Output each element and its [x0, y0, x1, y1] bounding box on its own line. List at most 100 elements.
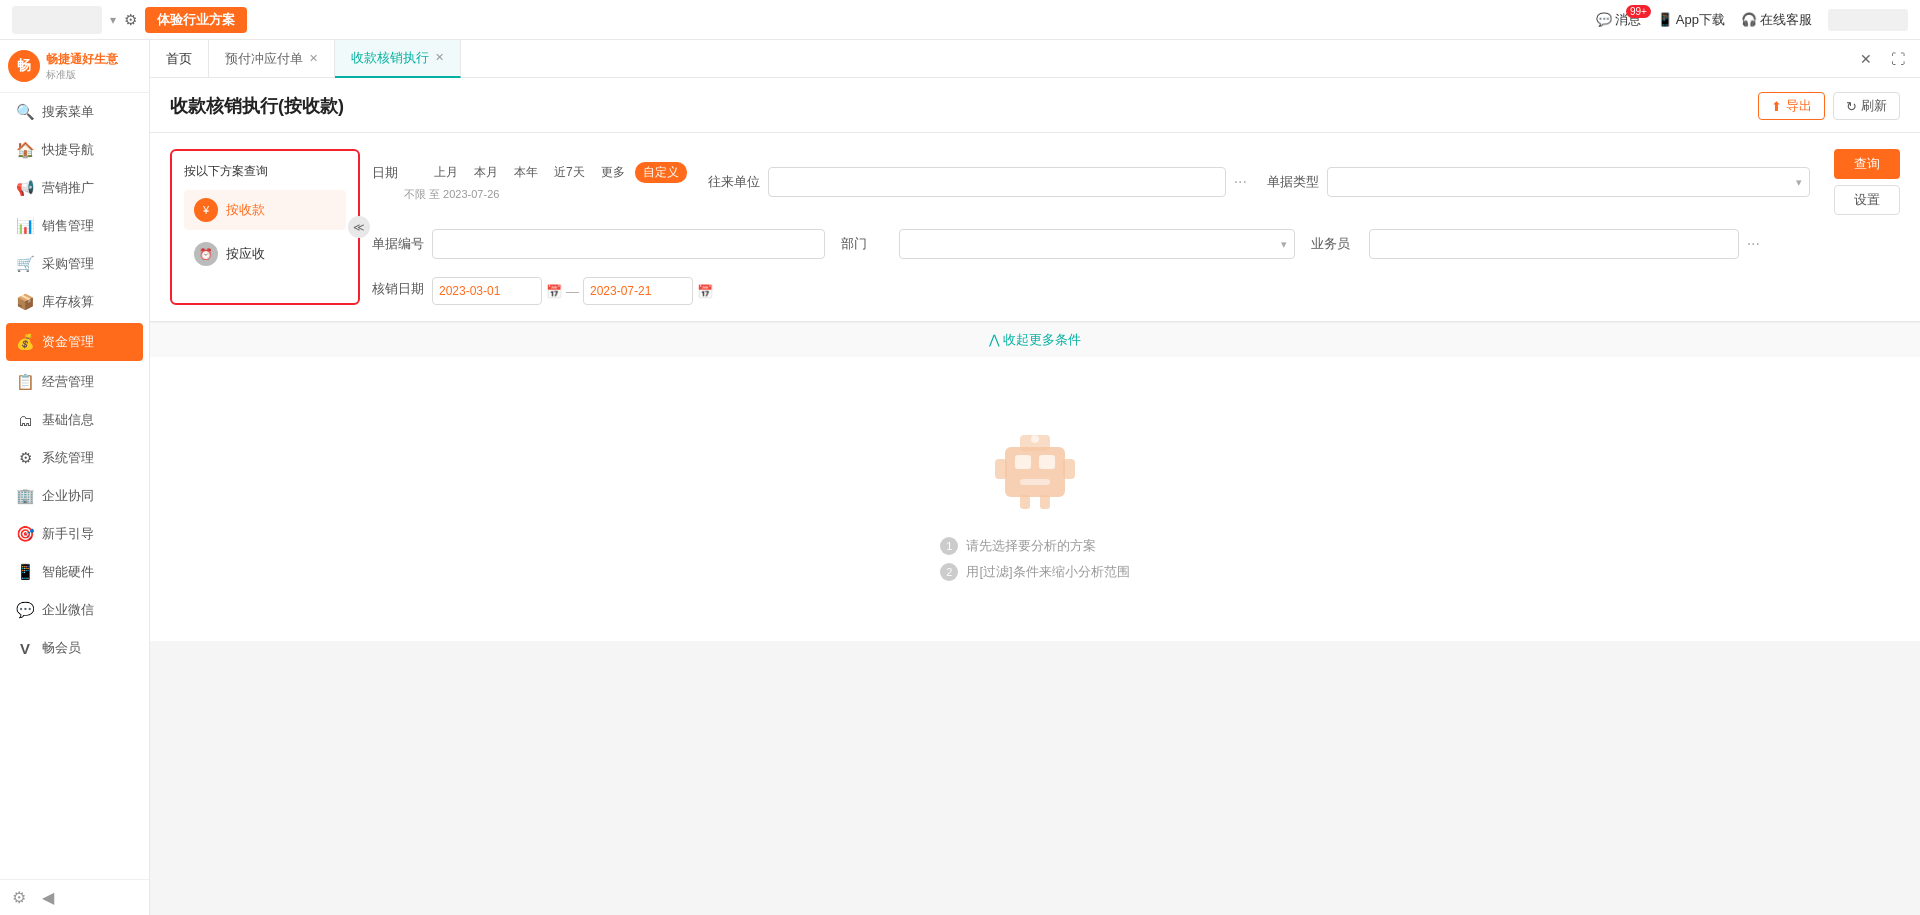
sidebar-label-search: 搜索菜单 [42, 103, 94, 121]
sidebar-item-operations[interactable]: 📋 经营管理 [0, 363, 149, 401]
sidebar-item-search-menu[interactable]: 🔍 搜索菜单 [0, 93, 149, 131]
doc-type-field: 单据类型 ▾ [1267, 167, 1810, 197]
writeoff-date-label: 核销日期 [372, 280, 424, 298]
shortcut-this-month[interactable]: 本月 [468, 162, 504, 183]
sidebar-item-finance[interactable]: 💰 资金管理 [6, 323, 143, 361]
salesperson-input[interactable] [1369, 229, 1739, 259]
messages-btn[interactable]: 💬 消息 99+ [1596, 11, 1641, 29]
salesperson-input-wrap: ··· [1369, 229, 1764, 259]
calendar-end-icon[interactable]: 📅 [697, 284, 713, 299]
sidebar-item-member[interactable]: V 畅会员 [0, 629, 149, 667]
counterparty-more-btn[interactable]: ··· [1230, 173, 1251, 191]
online-service-btn[interactable]: 🎧 在线客服 [1741, 11, 1812, 29]
collapse-sidebar-btn[interactable]: ◀ [42, 888, 54, 907]
svg-rect-2 [1039, 455, 1055, 469]
writeoff-start-input[interactable] [432, 277, 542, 305]
tab-bar: 首页 预付冲应付单 ✕ 收款核销执行 ✕ ✕ ⛶ [150, 40, 1920, 78]
sidebar-item-smart-hw[interactable]: 📱 智能硬件 [0, 553, 149, 591]
shortcut-more[interactable]: 更多 [595, 162, 631, 183]
sidebar-label-basic: 基础信息 [42, 411, 94, 429]
date-field: 日期 上月 本月 本年 近7天 更多 自定义 [372, 162, 692, 202]
main-area: 首页 预付冲应付单 ✕ 收款核销执行 ✕ ✕ ⛶ 收款核销执行(按收款) [150, 40, 1920, 915]
calendar-start-icon[interactable]: 📅 [546, 284, 562, 299]
doc-type-select[interactable]: ▾ [1327, 167, 1810, 197]
app-name: 畅捷通好生意 [46, 51, 118, 68]
filter-fields: 日期 上月 本月 本年 近7天 更多 自定义 [372, 149, 1900, 305]
top-bar: ▾ ⚙ 体验行业方案 💬 消息 99+ 📱 App下载 🎧 在线客服 [0, 0, 1920, 40]
tab-fullscreen-btn[interactable]: ⛶ [1884, 45, 1912, 73]
tab-prepay-close[interactable]: ✕ [309, 53, 318, 64]
sidebar-label-member: 畅会员 [42, 639, 81, 657]
doc-type-control[interactable] [1327, 167, 1810, 197]
empty-tip-2: 2 用[过滤]条件来缩小分析范围 [940, 563, 1129, 581]
sidebar-label-finance: 资金管理 [42, 333, 94, 351]
gear-icon[interactable]: ⚙ [124, 11, 137, 29]
tab-home[interactable]: 首页 [150, 40, 209, 78]
app-download-btn[interactable]: 📱 App下载 [1657, 11, 1725, 29]
dept-control[interactable] [899, 229, 1294, 259]
sidebar-item-basic-info[interactable]: 🗂 基础信息 [0, 401, 149, 439]
industry-btn[interactable]: 体验行业方案 [145, 7, 247, 33]
more-conditions-btn[interactable]: ⋀ 收起更多条件 [150, 322, 1920, 357]
inventory-icon: 📦 [16, 293, 34, 311]
tab-receivable[interactable]: 收款核销执行 ✕ [335, 40, 461, 78]
query-option-by-receipt[interactable]: ¥ 按收款 [184, 190, 346, 230]
page-header-actions: ⬆ 导出 ↻ 刷新 [1758, 92, 1900, 132]
receipt-icon: ¥ [194, 198, 218, 222]
writeoff-end-input[interactable] [583, 277, 693, 305]
sidebar-item-enterprise[interactable]: 🏢 企业协同 [0, 477, 149, 515]
sidebar-item-wechat[interactable]: 💬 企业微信 [0, 591, 149, 629]
sidebar-item-system[interactable]: ⚙ 系统管理 [0, 439, 149, 477]
collapse-panel-btn[interactable]: ≪ [348, 216, 370, 238]
search-icon: 🔍 [16, 103, 34, 121]
sidebar-item-sales[interactable]: 📊 销售管理 [0, 207, 149, 245]
tab-receivable-close[interactable]: ✕ [435, 52, 444, 63]
user-avatar[interactable] [1828, 9, 1908, 31]
query-btn[interactable]: 查询 [1834, 149, 1900, 179]
app-logo [12, 6, 102, 34]
action-buttons: 查询 设置 [1834, 149, 1900, 215]
date-no-limit: 不限 至 2023-07-26 [404, 187, 692, 202]
messages-badge: 99+ [1626, 5, 1651, 18]
doc-number-input[interactable] [432, 229, 825, 259]
empty-illustration [985, 417, 1085, 517]
sidebar-label-operations: 经营管理 [42, 373, 94, 391]
shortcut-this-year[interactable]: 本年 [508, 162, 544, 183]
shortcut-last-month[interactable]: 上月 [428, 162, 464, 183]
shortcut-7days[interactable]: 近7天 [548, 162, 591, 183]
sidebar-logo: 畅 畅捷通好生意 标准版 [0, 40, 149, 93]
settings-bottom-icon[interactable]: ⚙ [12, 888, 26, 907]
sidebar-label-sales: 销售管理 [42, 217, 94, 235]
sidebar-item-marketing[interactable]: 📢 营销推广 [0, 169, 149, 207]
wechat-icon: 💬 [16, 601, 34, 619]
writeoff-date-field: 核销日期 📅 — 📅 [372, 273, 1900, 305]
tab-receivable-label: 收款核销执行 [351, 49, 429, 67]
sidebar-item-quick-nav[interactable]: 🏠 快捷导航 [0, 131, 149, 169]
counterparty-input[interactable] [768, 167, 1226, 197]
svg-rect-4 [995, 459, 1007, 479]
dept-select[interactable]: ▾ [899, 229, 1294, 259]
filter-row-1: 日期 上月 本月 本年 近7天 更多 自定义 [372, 149, 1900, 215]
export-btn[interactable]: ⬆ 导出 [1758, 92, 1825, 120]
doc-type-arrow: ▾ [1796, 176, 1802, 189]
svg-rect-5 [1063, 459, 1075, 479]
salesperson-more-btn[interactable]: ··· [1743, 235, 1764, 253]
sidebar-item-inventory[interactable]: 📦 库存核算 [0, 283, 149, 321]
top-bar-left: ▾ ⚙ 体验行业方案 [12, 6, 1596, 34]
app-edition: 标准版 [46, 68, 118, 82]
settings-btn[interactable]: 设置 [1834, 185, 1900, 215]
counterparty-field: 往来单位 ··· [708, 167, 1251, 197]
tab-prepay[interactable]: 预付冲应付单 ✕ [209, 40, 335, 78]
top-bar-right: 💬 消息 99+ 📱 App下载 🎧 在线客服 [1596, 9, 1908, 31]
filter-section: 按以下方案查询 ¥ 按收款 ⏰ 按应收 ≪ [150, 133, 1920, 357]
sidebar-item-purchase[interactable]: 🛒 采购管理 [0, 245, 149, 283]
tab-close-all-btn[interactable]: ✕ [1852, 45, 1880, 73]
sidebar-item-beginner[interactable]: 🎯 新手引导 [0, 515, 149, 553]
dropdown-arrow[interactable]: ▾ [110, 13, 116, 27]
receivable-icon: ⏰ [194, 242, 218, 266]
query-option-by-receivable[interactable]: ⏰ 按应收 [184, 234, 346, 274]
query-panel: 按以下方案查询 ¥ 按收款 ⏰ 按应收 ≪ [170, 149, 360, 305]
shortcut-custom[interactable]: 自定义 [635, 162, 687, 183]
refresh-btn[interactable]: ↻ 刷新 [1833, 92, 1900, 120]
sidebar-label-beginner: 新手引导 [42, 525, 94, 543]
